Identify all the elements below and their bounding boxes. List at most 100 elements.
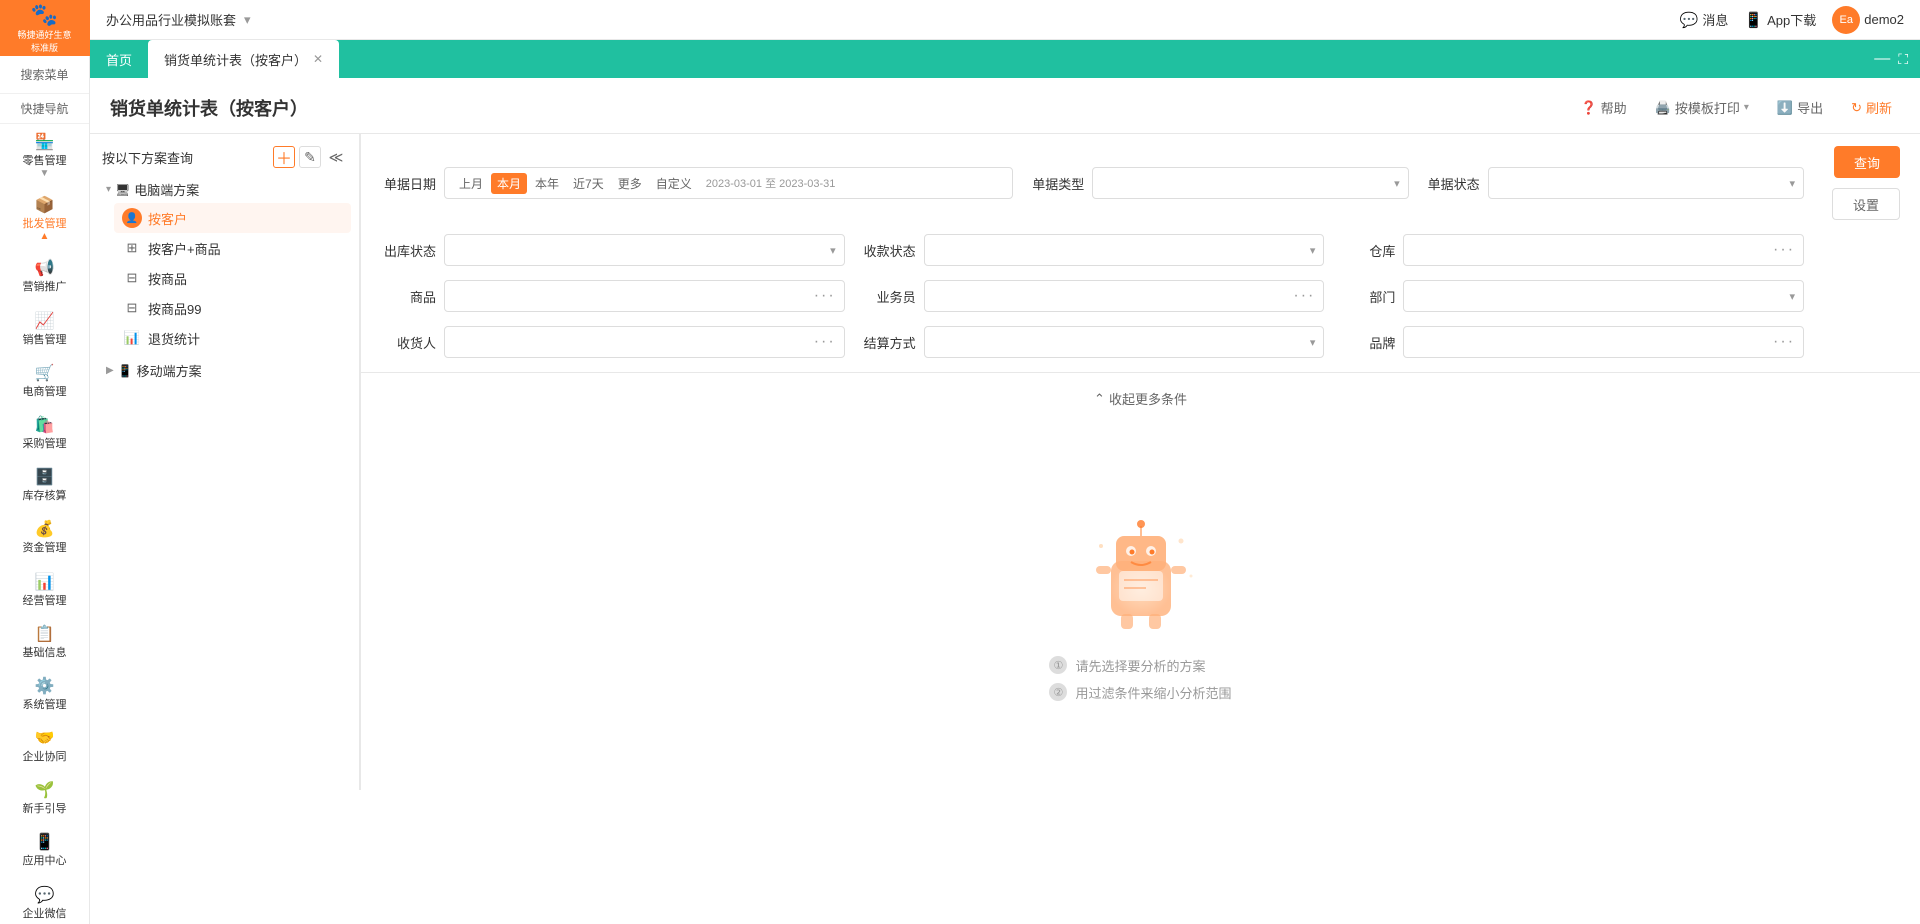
staff-control[interactable]: ···	[924, 280, 1325, 312]
retail-icon: 🏪	[35, 132, 55, 152]
date-label: 单据日期	[381, 174, 436, 193]
sidebar-item-wholesale[interactable]: 📦 批发管理 ▲	[0, 187, 89, 250]
filter-settle-item: 结算方式 ▾	[861, 326, 1325, 358]
print-arrow-icon: ▾	[1744, 102, 1749, 113]
type-control[interactable]: ▾	[1092, 167, 1408, 199]
print-btn[interactable]: 🖨️ 按模板打印 ▾	[1647, 94, 1757, 121]
filter-dept-item: 部门 ▾	[1340, 280, 1804, 312]
settle-control[interactable]: ▾	[924, 326, 1325, 358]
paystatus-control[interactable]: ▾	[924, 234, 1325, 266]
user-avatar: Ea	[1832, 6, 1860, 34]
scheme-group-mobile-header[interactable]: ▶ 📱 移动端方案	[98, 357, 351, 384]
quick-nav[interactable]: 快捷导航	[0, 94, 89, 124]
sidebar-item-sales[interactable]: 📈 销售管理	[0, 303, 89, 355]
outstatus-control[interactable]: ▾	[444, 234, 845, 266]
sidebar-item-purchase[interactable]: 🛍️ 采购管理	[0, 407, 89, 459]
date-tab-thismonth[interactable]: 本月	[491, 173, 527, 194]
date-tab-lastmonth[interactable]: 上月	[453, 173, 489, 194]
sidebar-item-basic-label: 基础信息	[23, 647, 67, 660]
receiver-control[interactable]: ···	[444, 326, 845, 358]
scheme-item-customer-product-label: 按客户+商品	[148, 239, 221, 258]
sidebar-item-finance[interactable]: 💰 资金管理	[0, 511, 89, 563]
message-label: 消息	[1702, 10, 1728, 29]
collapse-more-btn[interactable]: ⌃ 收起更多条件	[381, 381, 1900, 416]
collapse-more-label: 收起更多条件	[1109, 389, 1187, 408]
status-label: 单据状态	[1425, 174, 1480, 193]
scheme-item-by-customer-product[interactable]: ⊞ 按客户+商品	[114, 233, 351, 263]
app-logo[interactable]: 🐾 畅捷通好生意 标准版	[0, 0, 90, 56]
monitor-icon: 🖥	[115, 183, 130, 197]
return-scheme-icon: 📊	[122, 328, 142, 348]
scheme-item-return-stats[interactable]: 📊 退货统计	[114, 323, 351, 353]
export-btn[interactable]: ⬇️ 导出	[1769, 94, 1831, 121]
scheme-item-customer-label: 按客户	[148, 209, 187, 228]
product99-scheme-icon: ⊟	[122, 298, 142, 318]
scheme-collapse-btn[interactable]: ≪	[325, 146, 347, 168]
filter-row-2: 出库状态 ▾ 收款状态 ▾	[381, 234, 1900, 266]
brand-control[interactable]: ···	[1403, 326, 1804, 358]
tab-home[interactable]: 首页	[90, 40, 148, 78]
empty-state: ① 请先选择要分析的方案 ② 用过滤条件来缩小分析范围	[361, 436, 1920, 790]
date-tab-7days[interactable]: 近7天	[567, 173, 610, 194]
date-tab-thisyear[interactable]: 本年	[529, 173, 565, 194]
scheme-group-pc-header[interactable]: ▾ 🖥 电脑端方案	[98, 176, 351, 203]
sidebar-item-system[interactable]: ⚙️ 系统管理	[0, 668, 89, 720]
settle-arrow-icon: ▾	[1310, 336, 1316, 349]
sidebar-item-enterprise[interactable]: 🤝 企业协同	[0, 720, 89, 772]
app-download-btn[interactable]: 📱 App下载	[1744, 10, 1816, 29]
tab-close-icon[interactable]: ✕	[313, 52, 323, 66]
help-btn[interactable]: ❓ 帮助	[1572, 94, 1634, 121]
sidebar-item-inventory[interactable]: 🗄️ 库存核算	[0, 459, 89, 511]
date-tab-custom[interactable]: 自定义	[650, 173, 698, 194]
filter-receiver-item: 收货人 ···	[381, 326, 845, 358]
sidebar-item-purchase-label: 采购管理	[23, 438, 67, 451]
sidebar-item-marketing[interactable]: 📢 营销推广	[0, 250, 89, 302]
scheme-group-pc: ▾ 🖥 电脑端方案 👤 按客户 ⊞ 按客户+商品	[98, 176, 351, 353]
tab-maximize-icon[interactable]: ⛶	[1898, 51, 1908, 68]
product-control[interactable]: ···	[444, 280, 845, 312]
page-actions: ❓ 帮助 🖨️ 按模板打印 ▾ ⬇️ 导出 ↻ 刷新	[1572, 94, 1900, 121]
sidebar-item-marketing-label: 营销推广	[23, 281, 67, 294]
message-btn[interactable]: 💬 消息	[1680, 10, 1729, 29]
user-profile[interactable]: Ea demo2	[1832, 6, 1904, 34]
sidebar-item-wechat[interactable]: 💬 企业微信	[0, 877, 89, 924]
date-tab-more[interactable]: 更多	[612, 173, 648, 194]
topbar: 办公用品行业模拟账套 ▾ 💬 消息 📱 App下载 Ea demo2	[90, 0, 1920, 40]
sidebar-item-ecommerce[interactable]: 🛒 电商管理	[0, 355, 89, 407]
scheme-item-by-customer[interactable]: 👤 按客户	[114, 203, 351, 233]
wholesale-icon: 📦	[35, 195, 55, 215]
refresh-btn[interactable]: ↻ 刷新	[1843, 94, 1900, 121]
scheme-item-by-product[interactable]: ⊟ 按商品	[114, 263, 351, 293]
query-button[interactable]: 查询	[1834, 146, 1900, 178]
topbar-title: 办公用品行业模拟账套	[106, 10, 236, 29]
tab-report[interactable]: 销货单统计表（按客户） ✕	[148, 40, 339, 78]
settle-label: 结算方式	[861, 333, 916, 352]
dept-control[interactable]: ▾	[1403, 280, 1804, 312]
receiver-dots-icon: ···	[814, 333, 836, 351]
scheme-edit-btn[interactable]: ✎	[299, 146, 321, 168]
type-label: 单据类型	[1029, 174, 1084, 193]
wholesale-arrow-icon: ▲	[40, 231, 50, 242]
search-menu[interactable]: 搜索菜单	[0, 56, 89, 94]
setting-button[interactable]: 设置	[1832, 188, 1900, 220]
tab-minimize-icon[interactable]: —	[1874, 50, 1890, 68]
scheme-group-pc-label: 电脑端方案	[134, 180, 199, 199]
right-panel: 单据日期 上月 本月 本年 近7天 更多 自定义 20	[360, 134, 1920, 790]
sidebar-item-newguide[interactable]: 🌱 新手引导	[0, 772, 89, 824]
main-area: 办公用品行业模拟账套 ▾ 💬 消息 📱 App下载 Ea demo2 首页	[90, 0, 1920, 924]
sidebar-item-retail[interactable]: 🏪 零售管理 ▼	[0, 124, 89, 187]
scheme-add-btn[interactable]: ＋	[273, 146, 295, 168]
scheme-item-by-product99[interactable]: ⊟ 按商品99	[114, 293, 351, 323]
sidebar-item-appcenter[interactable]: 📱 应用中心	[0, 824, 89, 876]
sidebar-item-basic[interactable]: 📋 基础信息	[0, 616, 89, 668]
tab-bar: 首页 销货单统计表（按客户） ✕ — ⛶	[90, 40, 1920, 78]
customer-product-scheme-icon: ⊞	[122, 238, 142, 258]
warehouse-control[interactable]: ···	[1403, 234, 1804, 266]
date-tabs: 上月 本月 本年 近7天 更多 自定义	[453, 173, 698, 194]
filter-area: 按以下方案查询 ＋ ✎ ≪ ▾ 🖥 电脑端方案	[90, 133, 1920, 790]
help-icon: ❓	[1580, 100, 1596, 116]
sidebar-item-operation[interactable]: 📊 经营管理	[0, 564, 89, 616]
status-control[interactable]: ▾	[1488, 167, 1804, 199]
date-control[interactable]: 上月 本月 本年 近7天 更多 自定义 2023-03-01 至 2023-03…	[444, 167, 1013, 199]
empty-hint-2: ② 用过滤条件来缩小分析范围	[1049, 683, 1231, 702]
